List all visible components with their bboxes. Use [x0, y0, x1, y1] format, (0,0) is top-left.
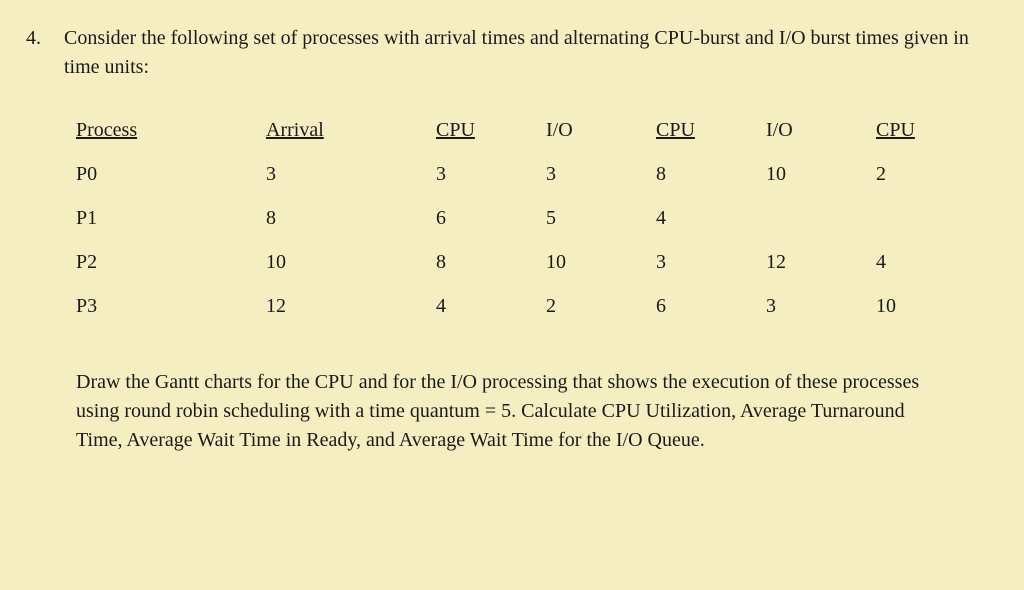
process-table-wrap: Process Arrival CPU I/O CPU I/O CPU P0 3… [76, 108, 972, 328]
cell-arrival: 8 [266, 196, 436, 240]
col-header-cpu3: CPU [876, 108, 976, 152]
cell-process: P3 [76, 284, 266, 328]
cell-cpu1: 3 [436, 152, 546, 196]
cell-io2: 10 [766, 152, 876, 196]
cell-io1: 2 [546, 284, 656, 328]
cell-process: P2 [76, 240, 266, 284]
cell-cpu1: 4 [436, 284, 546, 328]
cell-cpu1: 8 [436, 240, 546, 284]
question-number: 4. [20, 24, 64, 53]
table-row: P3 12 4 2 6 3 10 [76, 284, 976, 328]
cell-cpu2: 8 [656, 152, 766, 196]
col-header-io2: I/O [766, 108, 876, 152]
cell-io2: 3 [766, 284, 876, 328]
cell-process: P1 [76, 196, 266, 240]
cell-io1: 5 [546, 196, 656, 240]
table-row: P1 8 6 5 4 [76, 196, 976, 240]
col-header-io1: I/O [546, 108, 656, 152]
cell-io1: 10 [546, 240, 656, 284]
cell-cpu3: 4 [876, 240, 976, 284]
col-header-process: Process [76, 108, 266, 152]
col-header-cpu2: CPU [656, 108, 766, 152]
page: 4. Consider the following set of process… [0, 0, 1024, 479]
table-row: P2 10 8 10 3 12 4 [76, 240, 976, 284]
table-row: P0 3 3 3 8 10 2 [76, 152, 976, 196]
cell-io2 [766, 196, 876, 240]
table-header-row: Process Arrival CPU I/O CPU I/O CPU [76, 108, 976, 152]
cell-process: P0 [76, 152, 266, 196]
cell-arrival: 10 [266, 240, 436, 284]
cell-io2: 12 [766, 240, 876, 284]
cell-cpu3: 2 [876, 152, 976, 196]
cell-cpu3 [876, 196, 976, 240]
cell-arrival: 12 [266, 284, 436, 328]
col-header-cpu1: CPU [436, 108, 546, 152]
cell-io1: 3 [546, 152, 656, 196]
cell-cpu1: 6 [436, 196, 546, 240]
col-header-arrival: Arrival [266, 108, 436, 152]
instructions-text: Draw the Gantt charts for the CPU and fo… [76, 368, 952, 455]
process-table: Process Arrival CPU I/O CPU I/O CPU P0 3… [76, 108, 976, 328]
cell-arrival: 3 [266, 152, 436, 196]
cell-cpu2: 4 [656, 196, 766, 240]
cell-cpu2: 6 [656, 284, 766, 328]
question-block: 4. Consider the following set of process… [20, 24, 972, 82]
cell-cpu2: 3 [656, 240, 766, 284]
question-prompt: Consider the following set of processes … [64, 24, 972, 82]
cell-cpu3: 10 [876, 284, 976, 328]
